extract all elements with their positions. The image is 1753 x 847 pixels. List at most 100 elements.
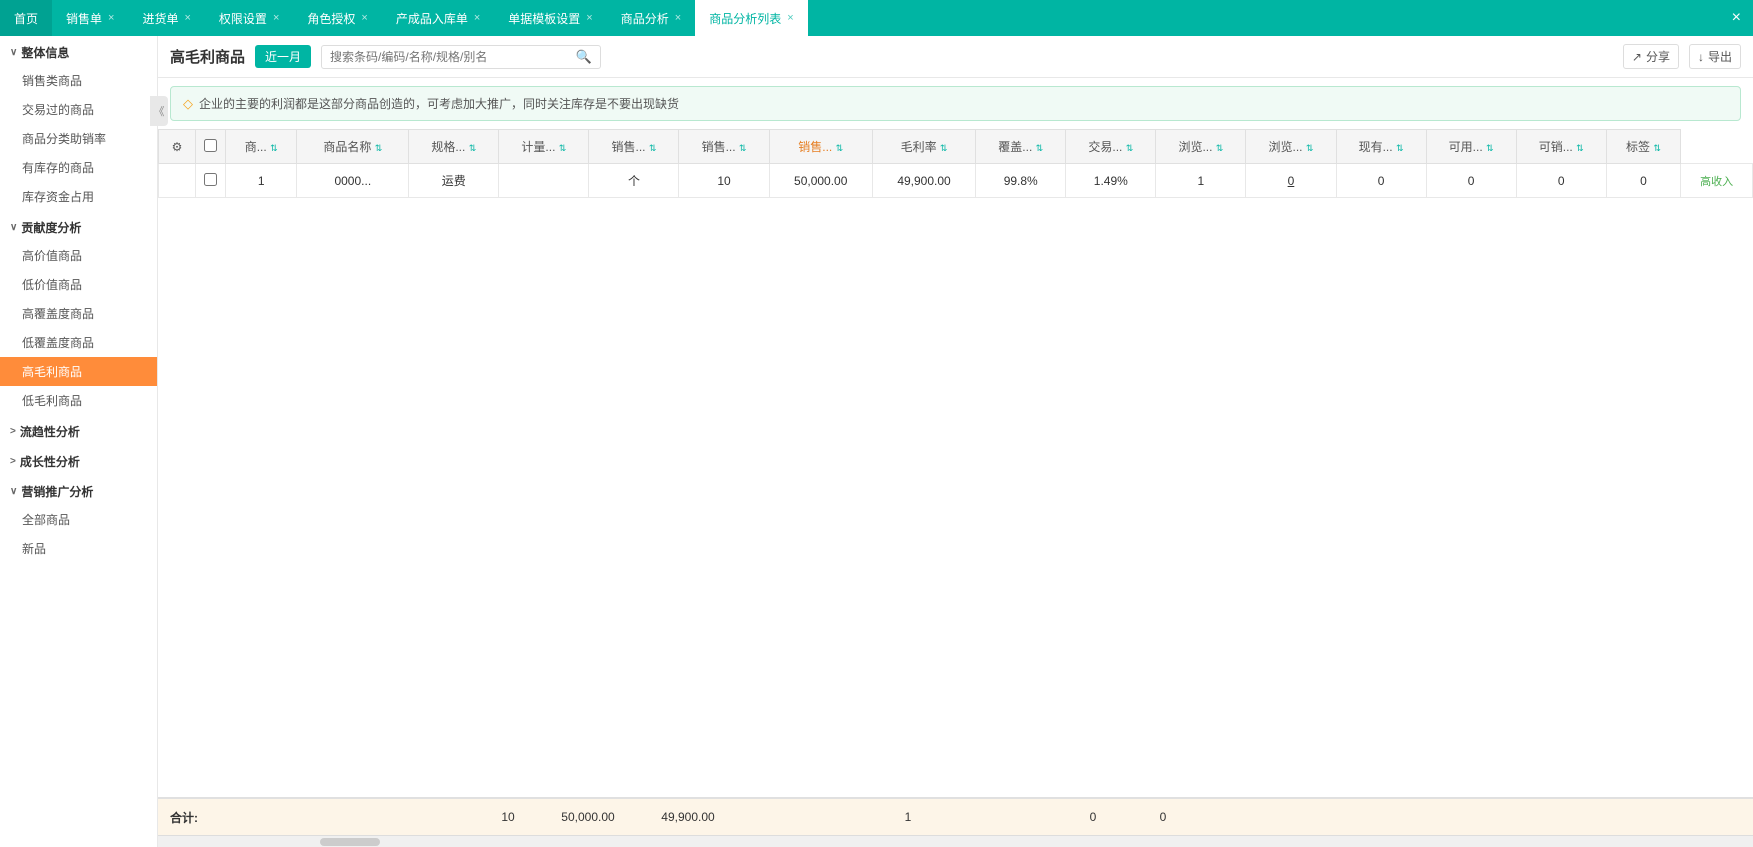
footer-view1 [938,810,998,824]
nav-product-analysis[interactable]: 商品分析 × [607,0,695,36]
footer-coverage [808,810,878,824]
th-available-stock[interactable]: 可用... ⇅ [1426,130,1516,164]
page-title: 高毛利商品 [170,46,245,67]
td-code: 0000... [297,164,409,198]
sidebar-group-overall[interactable]: ∨ 整体信息 [0,36,157,66]
td-num: 1 [225,164,296,198]
table-wrapper[interactable]: ⚙ 商... ⇅ 商品名称 ⇅ 规格... ⇅ 计量... ⇅ 销售... ⇅ … [158,129,1753,797]
th-unit[interactable]: 计量... ⇅ [499,130,589,164]
th-sales-cost[interactable]: 销售... ⇅ [769,130,872,164]
search-icon[interactable]: 🔍 [576,49,592,65]
footer-sales-cost: 49,900.00 [638,810,738,824]
th-view2[interactable]: 浏览... ⇅ [1246,130,1336,164]
sidebar-item-sales-goods[interactable]: 销售类商品 [0,66,157,95]
footer-gross-margin [738,810,808,824]
nav-sales[interactable]: 销售单 × [52,0,128,36]
footer-sales-qty: 10 [478,810,538,824]
info-banner: ◇ 企业的主要的利润都是这部分商品创造的，可考虑加大推广，同时关注库存是不要出现… [170,86,1741,121]
close-all-button[interactable]: × [1720,0,1753,36]
td-view2: 0 [1336,164,1426,198]
nav-home[interactable]: 首页 [0,0,52,36]
share-icon: ↗ [1632,50,1642,64]
table-row: 1 0000... 运费 个 10 50,000.00 49,900.00 99… [159,164,1753,198]
close-icon[interactable]: × [361,12,367,24]
sidebar-item-traded-goods[interactable]: 交易过的商品 [0,95,157,124]
th-view1[interactable]: 浏览... ⇅ [1156,130,1246,164]
share-button[interactable]: ↗ 分享 [1623,44,1679,69]
close-icon[interactable]: × [787,12,793,24]
close-icon[interactable]: × [184,12,190,24]
export-icon: ↓ [1698,50,1704,64]
nav-template[interactable]: 单据模板设置 × [494,0,606,36]
diamond-icon: ◇ [183,96,193,112]
th-tag[interactable]: 标签 ⇅ [1606,130,1681,164]
sidebar-item-low-margin[interactable]: 低毛利商品 [0,386,157,415]
close-icon[interactable]: × [675,12,681,24]
th-transaction[interactable]: 交易... ⇅ [1066,130,1156,164]
td-current-stock: 0 [1426,164,1516,198]
sidebar-item-new-goods[interactable]: 新品 [0,534,157,563]
sidebar-item-high-coverage[interactable]: 高覆盖度商品 [0,299,157,328]
th-code[interactable]: 商... ⇅ [225,130,296,164]
th-name[interactable]: 商品名称 ⇅ [297,130,409,164]
th-sales-amount[interactable]: 销售... ⇅ [679,130,769,164]
td-settings [159,164,196,198]
row-checkbox[interactable] [204,173,217,186]
close-icon[interactable]: × [108,12,114,24]
sidebar-group-trend[interactable]: > 流趋性分析 [0,415,157,445]
period-button[interactable]: 近一月 [255,45,311,68]
th-saleable-stock[interactable]: 可销... ⇅ [1516,130,1606,164]
close-icon[interactable]: × [586,12,592,24]
th-coverage[interactable]: 覆盖... ⇅ [976,130,1066,164]
footer-sales-amount: 50,000.00 [538,810,638,824]
search-box: 🔍 [321,45,601,69]
td-available-stock: 0 [1516,164,1606,198]
sidebar-group-contribution[interactable]: ∨ 贡献度分析 [0,211,157,241]
info-text: 企业的主要的利润都是这部分商品创造的，可考虑加大推广，同时关注库存是不要出现缺货 [199,95,679,112]
header-actions: ↗ 分享 ↓ 导出 [1623,44,1741,69]
footer-view2 [998,810,1058,824]
search-input[interactable] [330,50,570,64]
footer-cells: 10 50,000.00 49,900.00 1 0 0 [218,810,1741,824]
footer-label: 合计: [170,809,198,826]
td-checkbox[interactable] [195,164,225,198]
footer-spacer1 [218,810,258,824]
th-sales-qty[interactable]: 销售... ⇅ [589,130,679,164]
sidebar-group-growth[interactable]: > 成长性分析 [0,445,157,475]
th-settings[interactable]: ⚙ [159,130,196,164]
th-current-stock[interactable]: 现有... ⇅ [1336,130,1426,164]
footer-available-stock: 0 [1128,810,1198,824]
chevron-down-icon: ∨ [10,486,17,497]
nav-purchase[interactable]: 进货单 × [128,0,204,36]
sidebar-item-high-value[interactable]: 高价值商品 [0,241,157,270]
sidebar-item-low-value[interactable]: 低价值商品 [0,270,157,299]
th-checkbox[interactable] [195,130,225,164]
scrollbar-area[interactable] [158,835,1753,847]
sidebar-item-stock-capital[interactable]: 库存资金占用 [0,182,157,211]
sidebar-item-low-coverage[interactable]: 低覆盖度商品 [0,328,157,357]
close-icon[interactable]: × [273,12,279,24]
nav-role[interactable]: 角色授权 × [293,0,381,36]
th-gross-margin[interactable]: 毛利率 ⇅ [872,130,975,164]
nav-product-analysis-list[interactable]: 商品分析列表 × [695,0,807,36]
td-unit: 个 [589,164,679,198]
sidebar-group-marketing[interactable]: ∨ 营销推广分析 [0,475,157,505]
nav-stock-in[interactable]: 产成品入库单 × [382,0,494,36]
sidebar-item-all-goods[interactable]: 全部商品 [0,505,157,534]
sidebar-item-high-margin[interactable]: 高毛利商品 [0,357,157,386]
footer-transaction: 1 [878,810,938,824]
nav-permission[interactable]: 权限设置 × [205,0,293,36]
td-sales-amount: 50,000.00 [769,164,872,198]
sidebar-item-stocked-goods[interactable]: 有库存的商品 [0,153,157,182]
close-icon[interactable]: × [474,12,480,24]
sidebar: ∨ 整体信息 销售类商品 交易过的商品 商品分类助销率 有库存的商品 库存资金占… [0,36,158,847]
sidebar-collapse-button[interactable]: 《 [150,96,168,126]
scrollbar-thumb[interactable] [320,838,380,846]
sidebar-item-category-rate[interactable]: 商品分类助销率 [0,124,157,153]
export-button[interactable]: ↓ 导出 [1689,44,1741,69]
td-view1[interactable]: 0 [1246,164,1336,198]
td-transaction: 1 [1156,164,1246,198]
th-spec[interactable]: 规格... ⇅ [409,130,499,164]
select-all-checkbox[interactable] [204,139,217,152]
chevron-down-icon: ∨ [10,222,17,233]
